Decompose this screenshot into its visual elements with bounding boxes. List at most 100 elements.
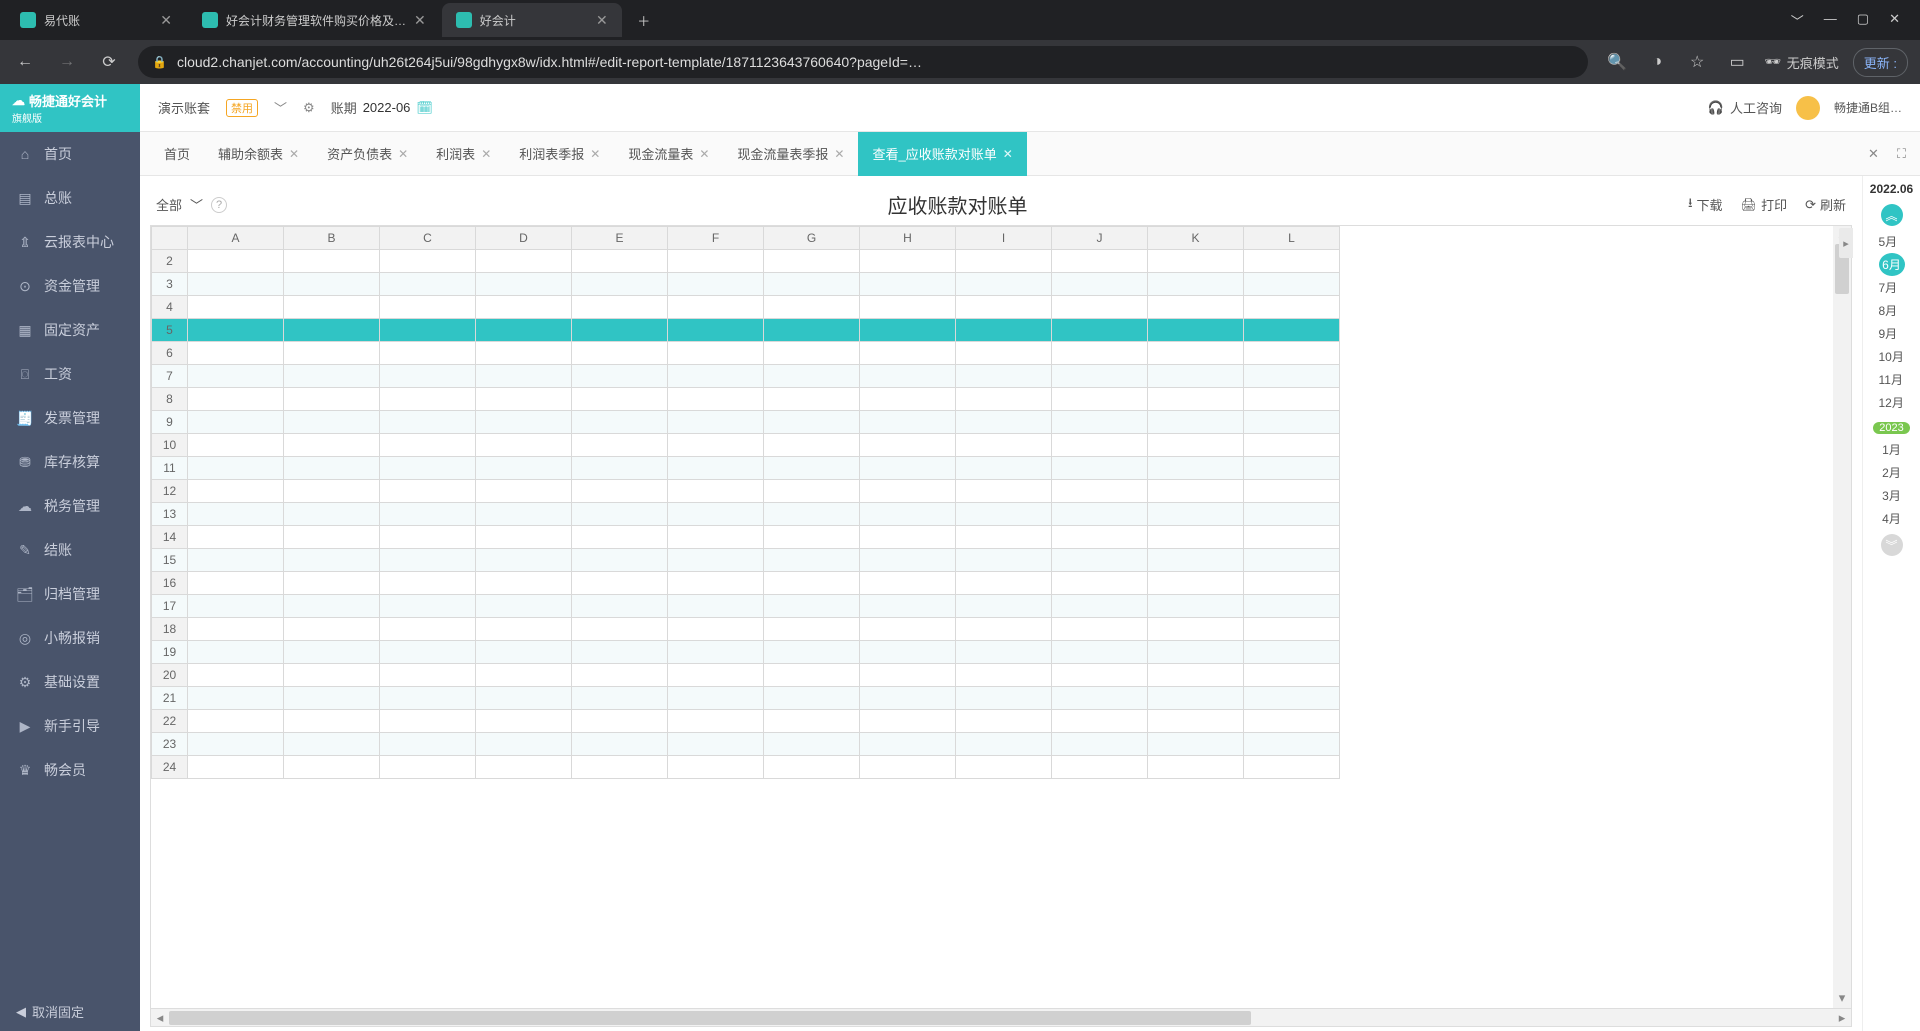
grid-cell[interactable] <box>1244 457 1340 480</box>
grid-cell[interactable] <box>572 457 668 480</box>
grid-cell[interactable] <box>188 641 284 664</box>
grid-cell[interactable] <box>188 342 284 365</box>
new-tab-button[interactable]: ＋ <box>630 6 658 34</box>
grid-cell[interactable] <box>188 411 284 434</box>
row-header[interactable]: 5 <box>152 319 188 342</box>
grid-cell[interactable] <box>1244 664 1340 687</box>
grid-cell[interactable] <box>668 664 764 687</box>
close-content-tab-icon[interactable]: ✕ <box>699 147 709 161</box>
grid-cell[interactable] <box>1244 342 1340 365</box>
rail-year-badge[interactable]: 2023 <box>1873 422 1909 434</box>
grid-cell[interactable] <box>668 319 764 342</box>
grid-cell[interactable] <box>380 641 476 664</box>
grid-cell[interactable] <box>476 480 572 503</box>
grid-cell[interactable] <box>860 756 956 779</box>
brand-logo[interactable]: ☁畅捷通好会计 旗舰版 <box>0 84 140 132</box>
close-tab-icon[interactable]: ✕ <box>160 12 172 29</box>
grid-cell[interactable] <box>764 595 860 618</box>
row-header[interactable]: 8 <box>152 388 188 411</box>
grid-cell[interactable] <box>380 503 476 526</box>
grid-cell[interactable] <box>572 549 668 572</box>
close-content-tab-icon[interactable]: ✕ <box>834 147 844 161</box>
close-window-icon[interactable]: ✕ <box>1889 11 1900 30</box>
grid-cell[interactable] <box>1052 296 1148 319</box>
row-header[interactable]: 4 <box>152 296 188 319</box>
zoom-icon[interactable]: 🔍 <box>1604 52 1630 72</box>
grid-cell[interactable] <box>764 365 860 388</box>
grid-cell[interactable] <box>956 434 1052 457</box>
grid-cell[interactable] <box>860 618 956 641</box>
grid-cell[interactable] <box>380 434 476 457</box>
grid-cell[interactable] <box>1148 342 1244 365</box>
sidebar-item[interactable]: ⛃库存核算 <box>0 440 140 484</box>
grid-cell[interactable] <box>764 457 860 480</box>
grid-cell[interactable] <box>764 526 860 549</box>
grid-cell[interactable] <box>476 526 572 549</box>
grid-cell[interactable] <box>572 756 668 779</box>
grid-cell[interactable] <box>476 641 572 664</box>
grid-cell[interactable] <box>476 618 572 641</box>
grid-cell[interactable] <box>284 480 380 503</box>
content-tab[interactable]: 辅助余额表✕ <box>204 132 313 176</box>
grid-cell[interactable] <box>284 664 380 687</box>
rail-month[interactable]: 11月 <box>1879 368 1905 391</box>
grid-cell[interactable] <box>380 710 476 733</box>
account-dropdown-icon[interactable]: ﹀ <box>274 98 287 117</box>
grid-cell[interactable] <box>188 756 284 779</box>
close-tab-icon[interactable]: ✕ <box>596 12 608 29</box>
grid-cell[interactable] <box>668 250 764 273</box>
close-content-tab-icon[interactable]: ✕ <box>1003 147 1013 161</box>
grid-cell[interactable] <box>764 273 860 296</box>
column-header[interactable]: L <box>1244 227 1340 250</box>
sidebar-item[interactable]: ⌂首页 <box>0 132 140 176</box>
grid-cell[interactable] <box>1052 503 1148 526</box>
row-header[interactable]: 16 <box>152 572 188 595</box>
grid-cell[interactable] <box>668 365 764 388</box>
grid-cell[interactable] <box>668 411 764 434</box>
sidebar-item[interactable]: ▦固定资产 <box>0 308 140 352</box>
grid-cell[interactable] <box>476 733 572 756</box>
sidebar-item[interactable]: ▤总账 <box>0 176 140 220</box>
grid-cell[interactable] <box>188 710 284 733</box>
help-icon[interactable]: ? <box>211 197 227 213</box>
grid-cell[interactable] <box>1148 365 1244 388</box>
grid-cell[interactable] <box>860 388 956 411</box>
grid-cell[interactable] <box>284 687 380 710</box>
grid-cell[interactable] <box>476 365 572 388</box>
grid-cell[interactable] <box>860 365 956 388</box>
content-tab[interactable]: 查看_应收账款对账单✕ <box>858 132 1026 176</box>
grid-cell[interactable] <box>476 342 572 365</box>
grid-cell[interactable] <box>1148 710 1244 733</box>
grid-cell[interactable] <box>1052 457 1148 480</box>
grid-cell[interactable] <box>188 457 284 480</box>
grid-cell[interactable] <box>764 756 860 779</box>
grid-cell[interactable] <box>188 595 284 618</box>
grid-cell[interactable] <box>572 365 668 388</box>
grid-cell[interactable] <box>572 687 668 710</box>
grid-cell[interactable] <box>668 687 764 710</box>
grid-cell[interactable] <box>380 388 476 411</box>
grid-cell[interactable] <box>764 687 860 710</box>
grid-cell[interactable] <box>188 250 284 273</box>
grid-cell[interactable] <box>572 319 668 342</box>
grid-cell[interactable] <box>572 503 668 526</box>
grid-cell[interactable] <box>1052 710 1148 733</box>
grid-cell[interactable] <box>572 250 668 273</box>
grid-cell[interactable] <box>188 733 284 756</box>
row-header[interactable]: 19 <box>152 641 188 664</box>
grid-cell[interactable] <box>764 664 860 687</box>
grid-cell[interactable] <box>860 250 956 273</box>
grid-cell[interactable] <box>1148 549 1244 572</box>
grid-cell[interactable] <box>956 250 1052 273</box>
grid-cell[interactable] <box>476 273 572 296</box>
sidebar-item[interactable]: 🧾发票管理 <box>0 396 140 440</box>
grid-cell[interactable] <box>572 273 668 296</box>
grid-cell[interactable] <box>380 549 476 572</box>
grid-cell[interactable] <box>284 250 380 273</box>
grid-cell[interactable] <box>476 388 572 411</box>
grid-cell[interactable] <box>572 388 668 411</box>
grid-cell[interactable] <box>668 273 764 296</box>
grid-cell[interactable] <box>956 480 1052 503</box>
grid-cell[interactable] <box>188 503 284 526</box>
grid-cell[interactable] <box>476 572 572 595</box>
